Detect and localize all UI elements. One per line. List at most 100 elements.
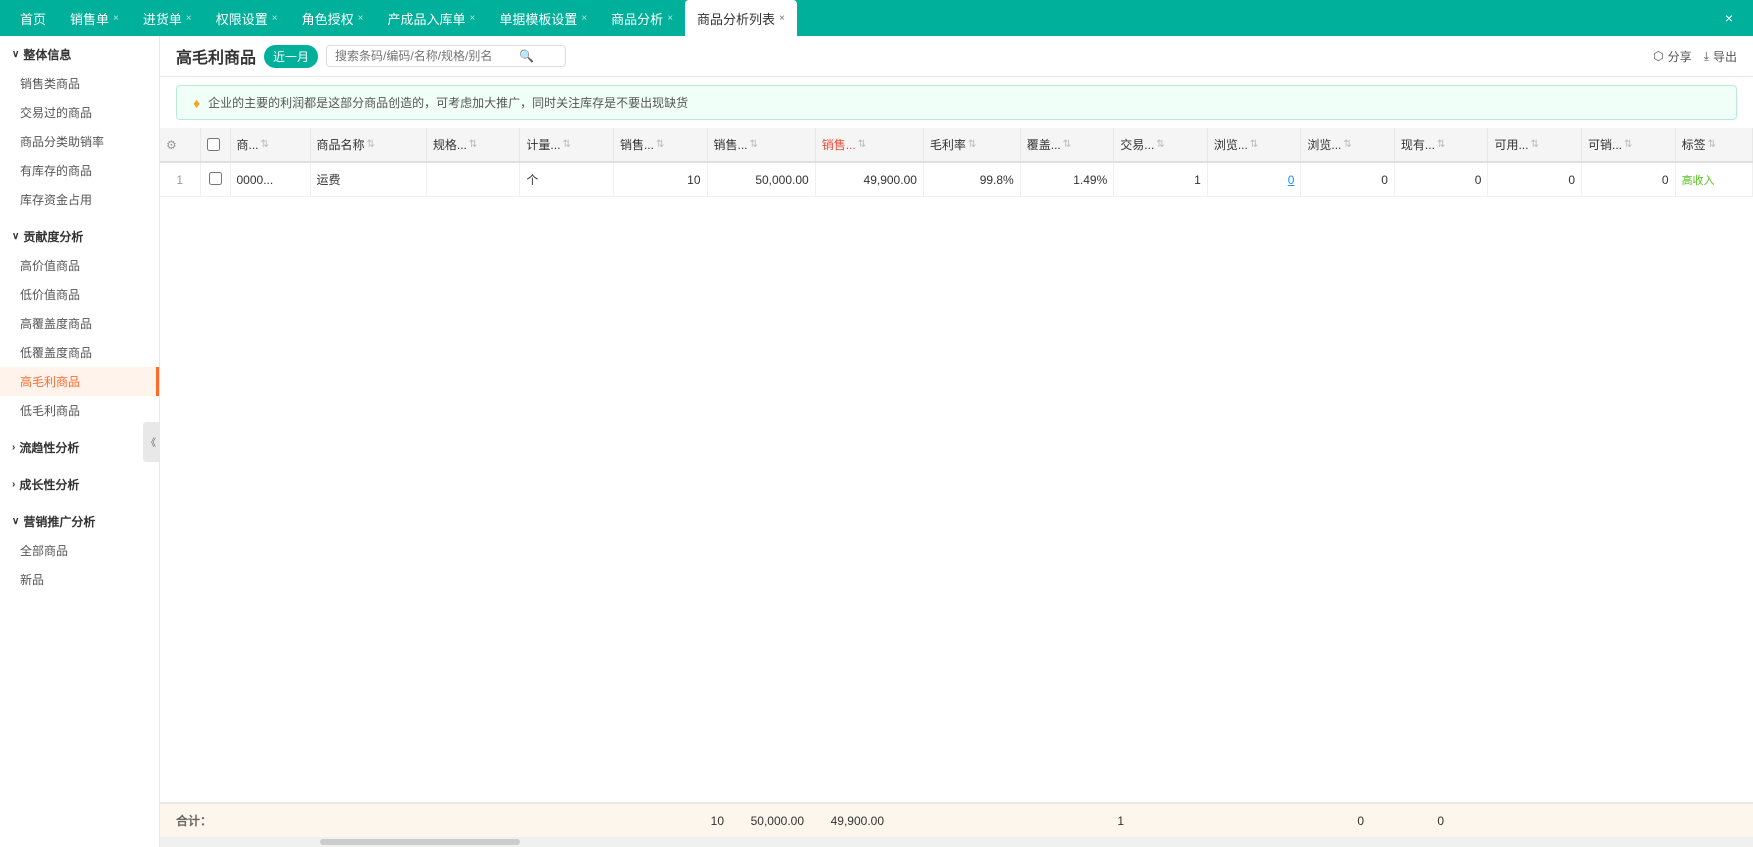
cell-coverage: 1.49% bbox=[1020, 162, 1114, 197]
nav-template-close[interactable]: × bbox=[581, 13, 587, 24]
table-row: 1 0000... 运费 个 10 50,000.00 49,900.00 99… bbox=[160, 162, 1753, 197]
sidebar-collapse-button[interactable]: 《 bbox=[143, 422, 159, 462]
nav-product-analysis-close[interactable]: × bbox=[667, 13, 673, 24]
content-area: 高毛利商品 近一月 🔍 ⬡ 分享 ⤓ 导出 ♦ 企业的主要的利润都是这部分商品创… bbox=[160, 36, 1753, 847]
export-icon: ⤓ bbox=[1704, 49, 1709, 64]
footer-spacer10 bbox=[1210, 814, 1290, 828]
sidebar-group-overall-title[interactable]: ∨ 整体信息 bbox=[0, 40, 159, 69]
cell-view1[interactable]: 0 bbox=[1207, 162, 1301, 197]
th-tag[interactable]: 标签⇅ bbox=[1675, 128, 1752, 162]
window-close-button[interactable]: × bbox=[1713, 10, 1745, 26]
nav-permission[interactable]: 权限设置 × bbox=[204, 0, 290, 36]
nav-product-analysis-list[interactable]: 商品分析列表 × bbox=[685, 0, 797, 36]
sidebar-item-high-margin[interactable]: 高毛利商品 bbox=[0, 367, 159, 396]
nav-sales-close[interactable]: × bbox=[113, 13, 119, 24]
scrollbar-thumb[interactable] bbox=[320, 839, 520, 845]
nav-product-inbound[interactable]: 产成品入库单 × bbox=[375, 0, 487, 36]
header-actions: ⬡ 分享 ⤓ 导出 bbox=[1653, 48, 1737, 65]
sidebar-item-all-goods[interactable]: 全部商品 bbox=[0, 536, 159, 565]
search-icon[interactable]: 🔍 bbox=[519, 49, 534, 63]
th-setting[interactable]: ⚙ bbox=[160, 128, 200, 162]
period-recent-month-button[interactable]: 近一月 bbox=[264, 45, 318, 68]
cell-spec bbox=[426, 162, 520, 197]
select-all-checkbox[interactable] bbox=[207, 138, 220, 151]
footer-spacer5 bbox=[490, 814, 570, 828]
sidebar-item-stocked-goods[interactable]: 有库存的商品 bbox=[0, 156, 159, 185]
sidebar-group-growth-title[interactable]: › 成长性分析 bbox=[0, 470, 159, 499]
th-unit[interactable]: 计量...⇅ bbox=[520, 128, 614, 162]
footer-spacer9 bbox=[1130, 814, 1210, 828]
nav-permission-close[interactable]: × bbox=[272, 13, 278, 24]
table-container: ⚙ 商...⇅ 商品名称⇅ 规格...⇅ bbox=[160, 128, 1753, 802]
footer-spacer8 bbox=[970, 814, 1050, 828]
sort-icon-name: ⇅ bbox=[367, 139, 375, 150]
arrow-down-icon2: ∨ bbox=[12, 231, 19, 242]
sidebar-item-sales-goods[interactable]: 销售类商品 bbox=[0, 69, 159, 98]
nav-product-inbound-close[interactable]: × bbox=[469, 13, 475, 24]
tag-high-income: 高收入 bbox=[1682, 175, 1715, 187]
cell-available: 0 bbox=[1488, 162, 1582, 197]
cell-sales-profit: 49,900.00 bbox=[815, 162, 923, 197]
content-header: 高毛利商品 近一月 🔍 ⬡ 分享 ⤓ 导出 bbox=[160, 36, 1753, 77]
th-available[interactable]: 可用...⇅ bbox=[1488, 128, 1582, 162]
cell-sales-qty: 10 bbox=[613, 162, 707, 197]
th-sales-profit[interactable]: 销售...⇅ bbox=[815, 128, 923, 162]
row-checkbox[interactable] bbox=[209, 172, 222, 185]
sidebar-group-contribution-title[interactable]: ∨ 贡献度分析 bbox=[0, 222, 159, 251]
nav-template[interactable]: 单据模板设置 × bbox=[487, 0, 599, 36]
th-spec[interactable]: 规格...⇅ bbox=[426, 128, 520, 162]
footer-current-stock: 0 bbox=[1290, 814, 1370, 828]
nav-purchase[interactable]: 进货单 × bbox=[131, 0, 204, 36]
search-input[interactable] bbox=[335, 49, 515, 63]
th-name[interactable]: 商品名称⇅ bbox=[310, 128, 426, 162]
sidebar-item-category-rate[interactable]: 商品分类助销率 bbox=[0, 127, 159, 156]
th-sales-qty[interactable]: 销售...⇅ bbox=[613, 128, 707, 162]
bottom-scrollbar[interactable] bbox=[160, 837, 1753, 847]
th-check[interactable] bbox=[200, 128, 230, 162]
sidebar: ∨ 整体信息 销售类商品 交易过的商品 商品分类助销率 有库存的商品 库存资金占… bbox=[0, 36, 160, 847]
cell-saleable: 0 bbox=[1582, 162, 1676, 197]
cell-name: 运费 bbox=[310, 162, 426, 197]
th-trade[interactable]: 交易...⇅ bbox=[1114, 128, 1208, 162]
th-saleable[interactable]: 可销...⇅ bbox=[1582, 128, 1676, 162]
sort-icon-unit: ⇅ bbox=[562, 139, 570, 150]
nav-product-analysis-list-close[interactable]: × bbox=[779, 13, 785, 24]
th-coverage[interactable]: 覆盖...⇅ bbox=[1020, 128, 1114, 162]
cell-index: 1 bbox=[160, 162, 200, 197]
sidebar-item-low-coverage[interactable]: 低覆盖度商品 bbox=[0, 338, 159, 367]
sidebar-group-marketing-title[interactable]: ∨ 营销推广分析 bbox=[0, 507, 159, 536]
sidebar-item-new-goods[interactable]: 新品 bbox=[0, 565, 159, 594]
th-code[interactable]: 商...⇅ bbox=[230, 128, 310, 162]
th-view1[interactable]: 浏览...⇅ bbox=[1207, 128, 1301, 162]
sidebar-item-low-value[interactable]: 低价值商品 bbox=[0, 280, 159, 309]
nav-role[interactable]: 角色授权 × bbox=[290, 0, 376, 36]
sort-icon-trade: ⇅ bbox=[1156, 139, 1164, 150]
sidebar-item-low-margin[interactable]: 低毛利商品 bbox=[0, 396, 159, 425]
export-button[interactable]: ⤓ 导出 bbox=[1704, 48, 1737, 65]
sidebar-group-trend-title[interactable]: › 流趋性分析 bbox=[0, 433, 159, 462]
sort-icon-sales-amt: ⇅ bbox=[750, 139, 758, 150]
nav-sales[interactable]: 销售单 × bbox=[58, 0, 131, 36]
footer-spacer1 bbox=[220, 814, 260, 828]
sidebar-item-stock-capital[interactable]: 库存资金占用 bbox=[0, 185, 159, 214]
th-current-stock[interactable]: 现有...⇅ bbox=[1394, 128, 1488, 162]
sidebar-item-traded-goods[interactable]: 交易过的商品 bbox=[0, 98, 159, 127]
th-sales-amt[interactable]: 销售...⇅ bbox=[707, 128, 815, 162]
nav-home[interactable]: 首页 bbox=[8, 0, 58, 36]
th-gross-margin[interactable]: 毛利率⇅ bbox=[923, 128, 1020, 162]
sort-icon-code: ⇅ bbox=[261, 139, 269, 150]
nav-purchase-close[interactable]: × bbox=[186, 13, 192, 24]
share-button[interactable]: ⬡ 分享 bbox=[1653, 48, 1692, 65]
cell-unit: 个 bbox=[520, 162, 614, 197]
nav-role-close[interactable]: × bbox=[358, 13, 364, 24]
sidebar-item-high-coverage[interactable]: 高覆盖度商品 bbox=[0, 309, 159, 338]
footer-trade: 1 bbox=[1050, 814, 1130, 828]
search-box: 🔍 bbox=[326, 45, 566, 67]
th-view2[interactable]: 浏览...⇅ bbox=[1301, 128, 1395, 162]
sidebar-item-high-value[interactable]: 高价值商品 bbox=[0, 251, 159, 280]
footer-spacer4 bbox=[370, 814, 490, 828]
sort-icon-available: ⇅ bbox=[1530, 139, 1538, 150]
cell-check[interactable] bbox=[200, 162, 230, 197]
main-layout: ∨ 整体信息 销售类商品 交易过的商品 商品分类助销率 有库存的商品 库存资金占… bbox=[0, 36, 1753, 847]
nav-product-analysis[interactable]: 商品分析 × bbox=[599, 0, 685, 36]
